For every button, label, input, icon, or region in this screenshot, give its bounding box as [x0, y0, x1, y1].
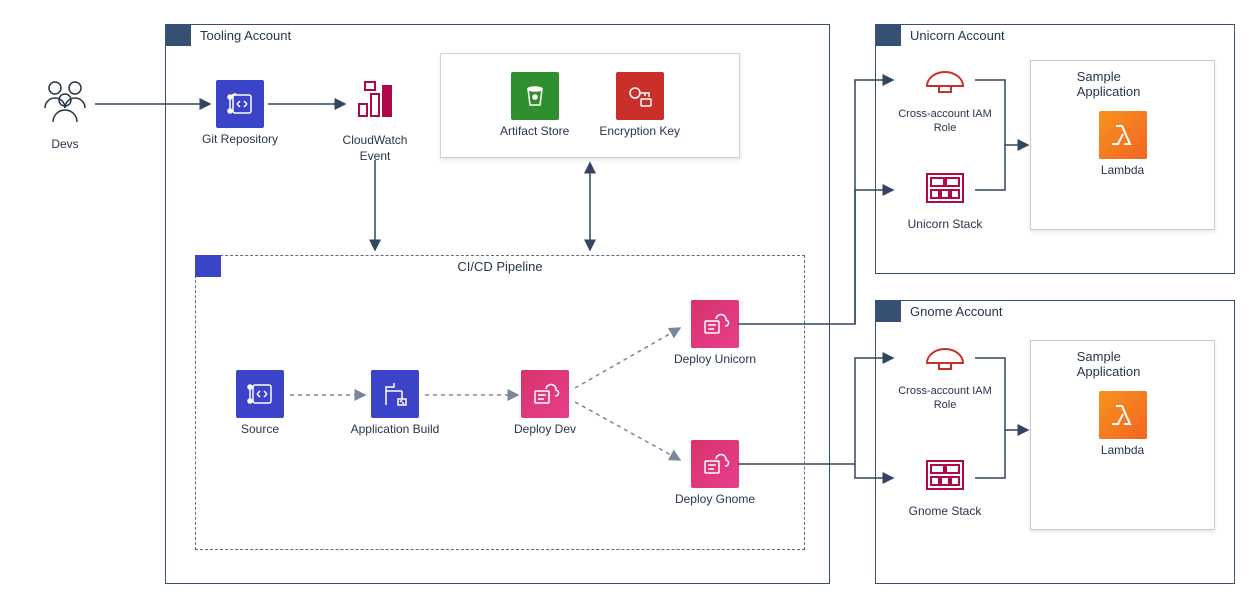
unicorn-lambda-label: Lambda	[1083, 163, 1163, 179]
pipeline-tab	[195, 255, 221, 277]
cloudwatch-icon	[351, 76, 399, 124]
gnome-stack-icon	[921, 455, 969, 495]
unicorn-app-box: Sample Application Lambda	[1030, 60, 1215, 230]
unicorn-stack-node: Unicorn Stack	[895, 168, 995, 233]
gnome-lambda-icon	[1099, 391, 1147, 439]
deploy-unicorn-label: Deploy Unicorn	[660, 352, 770, 368]
encryption-key-icon	[616, 72, 664, 120]
deploy-dev-icon	[521, 370, 569, 418]
gnome-iam-node: Cross-account IAM Role	[895, 335, 995, 413]
artifact-store-icon	[511, 72, 559, 120]
deploy-dev-node: Deploy Dev	[500, 370, 590, 438]
cloudwatch-label: CloudWatch Event	[330, 133, 420, 164]
gnome-app-box: Sample Application Lambda	[1030, 340, 1215, 530]
unicorn-lambda-icon	[1099, 111, 1147, 159]
deploy-dev-label: Deploy Dev	[500, 422, 590, 438]
unicorn-app-title: Sample Application	[1077, 69, 1169, 99]
gnome-app-title: Sample Application	[1077, 349, 1169, 379]
source-icon	[236, 370, 284, 418]
artifact-store-label: Artifact Store	[500, 124, 569, 140]
deploy-gnome-label: Deploy Gnome	[660, 492, 770, 508]
deploy-unicorn-node: Deploy Unicorn	[660, 300, 770, 368]
gnome-lambda-label: Lambda	[1083, 443, 1163, 459]
gnome-stack-node: Gnome Stack	[895, 455, 995, 520]
source-node: Source	[225, 370, 295, 438]
gnome-account-title: Gnome Account	[910, 304, 1003, 319]
git-repo-label: Git Repository	[195, 132, 285, 148]
unicorn-account-tab	[875, 24, 901, 46]
git-repo-node: Git Repository	[195, 80, 285, 148]
devs-node: Devs	[25, 78, 105, 153]
app-build-icon	[371, 370, 419, 418]
pipeline-title: CI/CD Pipeline	[457, 259, 542, 274]
devs-label: Devs	[25, 137, 105, 153]
tooling-account-title: Tooling Account	[200, 28, 291, 43]
deploy-gnome-node: Deploy Gnome	[660, 440, 770, 508]
deploy-gnome-icon	[691, 440, 739, 488]
diagram-canvas: Devs Tooling Account Git Repository Clou…	[0, 0, 1260, 605]
app-build-node: Application Build	[340, 370, 450, 438]
unicorn-stack-label: Unicorn Stack	[895, 217, 995, 233]
unicorn-iam-icon	[921, 58, 969, 98]
gnome-lambda-node: Lambda	[1083, 391, 1163, 459]
encryption-key-label: Encryption Key	[599, 124, 680, 140]
unicorn-iam-label: Cross-account IAM Role	[895, 107, 995, 136]
unicorn-account-title: Unicorn Account	[910, 28, 1005, 43]
unicorn-stack-icon	[921, 168, 969, 208]
unicorn-lambda-node: Lambda	[1083, 111, 1163, 179]
source-label: Source	[225, 422, 295, 438]
git-repo-icon	[216, 80, 264, 128]
gnome-iam-icon	[921, 335, 969, 375]
gnome-iam-label: Cross-account IAM Role	[895, 384, 995, 413]
tooling-account-tab	[165, 24, 191, 46]
unicorn-iam-node: Cross-account IAM Role	[895, 58, 995, 136]
gnome-account-tab	[875, 300, 901, 322]
encryption-key-node: Encryption Key	[599, 72, 680, 140]
deploy-unicorn-icon	[691, 300, 739, 348]
artifact-store-node: Artifact Store	[500, 72, 569, 140]
gnome-stack-label: Gnome Stack	[895, 504, 995, 520]
app-build-label: Application Build	[340, 422, 450, 438]
artifact-encryption-box: Artifact Store Encryption Key	[440, 53, 740, 158]
devs-icon	[35, 78, 95, 128]
cloudwatch-node: CloudWatch Event	[330, 76, 420, 164]
